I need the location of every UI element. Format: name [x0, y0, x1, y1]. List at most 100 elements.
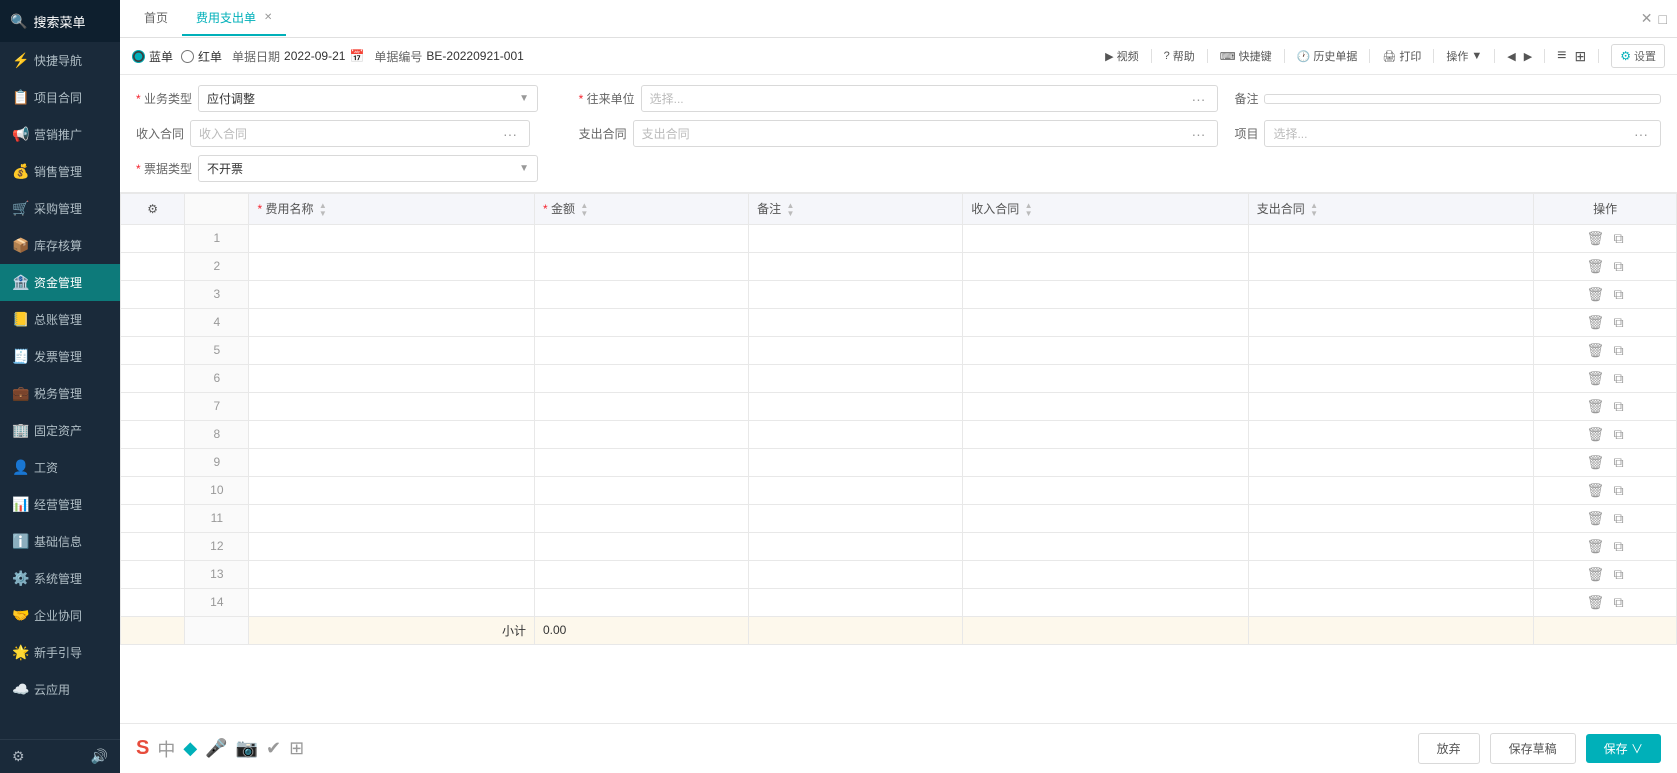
- nav-next-btn[interactable]: ▶: [1524, 50, 1532, 63]
- income-contract-cell[interactable]: [963, 308, 1249, 336]
- discard-button[interactable]: 放弃: [1418, 733, 1480, 764]
- expense-name-cell[interactable]: [249, 476, 535, 504]
- sidebar-item-marketing[interactable]: 📢 营销推广: [0, 116, 120, 153]
- income-contract-cell[interactable]: [963, 336, 1249, 364]
- income-contract-cell[interactable]: [963, 532, 1249, 560]
- sidebar-item-tax[interactable]: 💼 税务管理: [0, 375, 120, 412]
- calendar-icon[interactable]: 📅: [349, 49, 364, 63]
- expense-name-cell[interactable]: [249, 504, 535, 532]
- expense-contract-cell[interactable]: [1248, 504, 1534, 532]
- radio-red-label[interactable]: 红单: [181, 48, 222, 65]
- sidebar-item-fixed-assets[interactable]: 🏢 固定资产: [0, 412, 120, 449]
- copy-row-btn[interactable]: ⧉: [1611, 454, 1627, 471]
- amount-cell[interactable]: [534, 252, 748, 280]
- delete-row-btn[interactable]: 🗑: [1584, 594, 1608, 611]
- expense-contract-cell[interactable]: [1248, 476, 1534, 504]
- copy-row-btn[interactable]: ⧉: [1611, 538, 1627, 555]
- expense-contract-cell[interactable]: [1248, 280, 1534, 308]
- copy-row-btn[interactable]: ⧉: [1611, 594, 1627, 611]
- settings-button[interactable]: ⚙ 设置: [1611, 44, 1665, 68]
- income-contract-cell[interactable]: [963, 392, 1249, 420]
- copy-row-btn[interactable]: ⧉: [1611, 426, 1627, 443]
- expense-name-cell[interactable]: [249, 336, 535, 364]
- note-cell[interactable]: [749, 448, 963, 476]
- copy-row-btn[interactable]: ⧉: [1611, 510, 1627, 527]
- col-settings-header[interactable]: ⚙: [121, 194, 185, 225]
- view-list-btn[interactable]: ≡: [1557, 47, 1566, 65]
- note-cell[interactable]: [749, 588, 963, 616]
- diamond-icon[interactable]: ◆: [183, 738, 197, 759]
- radio-blue-input[interactable]: [132, 50, 145, 63]
- copy-row-btn[interactable]: ⧉: [1611, 314, 1627, 331]
- income-contract-cell[interactable]: [963, 560, 1249, 588]
- expense-name-cell[interactable]: [249, 280, 535, 308]
- col-note-header[interactable]: 备注 ▲▼: [749, 194, 963, 225]
- delete-row-btn[interactable]: 🗑: [1584, 510, 1608, 527]
- sidebar-item-sales[interactable]: 💰 销售管理: [0, 153, 120, 190]
- amount-cell[interactable]: [534, 476, 748, 504]
- col-amount-header[interactable]: * 金额 ▲▼: [534, 194, 748, 225]
- note-cell[interactable]: [749, 308, 963, 336]
- copy-row-btn[interactable]: ⧉: [1611, 482, 1627, 499]
- income-contract-cell[interactable]: [963, 420, 1249, 448]
- note-cell[interactable]: [749, 392, 963, 420]
- video-btn[interactable]: ▶ 视频: [1105, 48, 1138, 64]
- note-cell[interactable]: [749, 336, 963, 364]
- note-cell[interactable]: [749, 420, 963, 448]
- col-income-header[interactable]: 收入合同 ▲▼: [963, 194, 1249, 225]
- delete-row-btn[interactable]: 🗑: [1584, 482, 1608, 499]
- delete-row-btn[interactable]: 🗑: [1584, 286, 1608, 303]
- remark-input[interactable]: [1264, 94, 1661, 104]
- sidebar-item-purchase[interactable]: 🛒 采购管理: [0, 190, 120, 227]
- expense-contract-cell[interactable]: [1248, 308, 1534, 336]
- copy-row-btn[interactable]: ⧉: [1611, 286, 1627, 303]
- amount-cell[interactable]: [534, 532, 748, 560]
- sidebar-item-project-contract[interactable]: 📋 项目合同: [0, 79, 120, 116]
- history-btn[interactable]: 🕐 历史单据: [1297, 48, 1358, 64]
- delete-row-btn[interactable]: 🗑: [1584, 426, 1608, 443]
- amount-cell[interactable]: [534, 560, 748, 588]
- tab-home[interactable]: 首页: [130, 1, 182, 36]
- expense-contract-cell[interactable]: [1248, 336, 1534, 364]
- sidebar-item-ops[interactable]: 📊 经营管理: [0, 486, 120, 523]
- sidebar-item-guide[interactable]: 🌟 新手引导: [0, 634, 120, 671]
- expense-name-cell[interactable]: [249, 252, 535, 280]
- income-contract-cell[interactable]: [963, 364, 1249, 392]
- sidebar-item-cloud[interactable]: ☁️ 云应用: [0, 671, 120, 708]
- delete-row-btn[interactable]: 🗑: [1584, 454, 1608, 471]
- expense-contract-cell[interactable]: [1248, 252, 1534, 280]
- project-more-icon[interactable]: ···: [1630, 126, 1652, 142]
- help-btn[interactable]: ? 帮助: [1164, 48, 1195, 64]
- grid-icon[interactable]: ⊞: [289, 738, 304, 759]
- expense-contract-cell[interactable]: [1248, 364, 1534, 392]
- copy-row-btn[interactable]: ⧉: [1611, 398, 1627, 415]
- save-button[interactable]: 保存 ∨: [1586, 734, 1661, 763]
- amount-cell[interactable]: [534, 308, 748, 336]
- amount-cell[interactable]: [534, 224, 748, 252]
- delete-row-btn[interactable]: 🗑: [1584, 230, 1608, 247]
- microphone-icon[interactable]: 🎤: [205, 738, 227, 759]
- expense-name-cell[interactable]: [249, 420, 535, 448]
- sidebar-item-corp[interactable]: 🤝 企业协同: [0, 597, 120, 634]
- note-cell[interactable]: [749, 560, 963, 588]
- radio-blue-label[interactable]: 蓝单: [132, 48, 173, 65]
- delete-row-btn[interactable]: 🗑: [1584, 398, 1608, 415]
- sidebar-item-payroll[interactable]: 👤 工资: [0, 449, 120, 486]
- delete-row-btn[interactable]: 🗑: [1584, 566, 1608, 583]
- income-contract-cell[interactable]: [963, 280, 1249, 308]
- chinese-input-icon[interactable]: 中: [157, 736, 175, 762]
- nav-prev-btn[interactable]: ◀: [1507, 50, 1515, 63]
- expense-contract-input[interactable]: 支出合同 ···: [633, 120, 1219, 147]
- sidebar-item-ledger[interactable]: 📒 总账管理: [0, 301, 120, 338]
- sidebar-item-quick-nav[interactable]: ⚡ 快捷导航: [0, 42, 120, 79]
- income-contract-cell[interactable]: [963, 504, 1249, 532]
- amount-cell[interactable]: [534, 504, 748, 532]
- sidebar-item-sys[interactable]: ⚙️ 系统管理: [0, 560, 120, 597]
- delete-row-btn[interactable]: 🗑: [1584, 370, 1608, 387]
- amount-cell[interactable]: [534, 392, 748, 420]
- income-contract-cell[interactable]: [963, 224, 1249, 252]
- radio-red-input[interactable]: [181, 50, 194, 63]
- checkmark-icon[interactable]: ✔: [266, 738, 281, 759]
- invoice-type-select[interactable]: 不开票 ▼: [198, 155, 538, 182]
- expense-name-cell[interactable]: [249, 308, 535, 336]
